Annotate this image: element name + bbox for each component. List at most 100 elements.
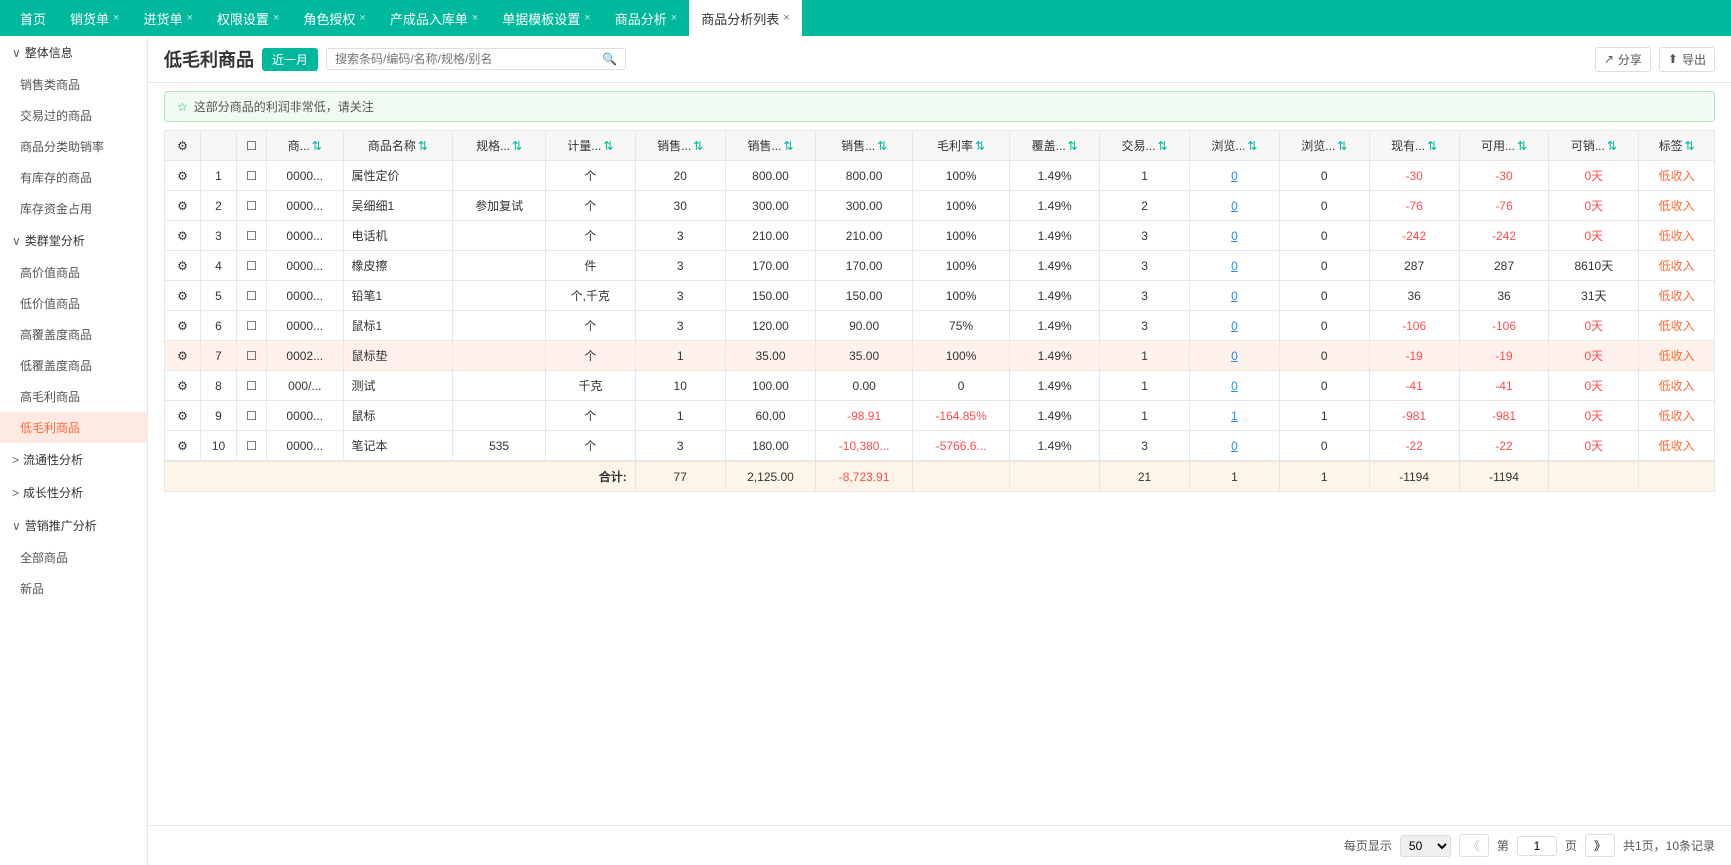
sidebar-item-高覆盖度商品[interactable]: 高覆盖度商品	[0, 319, 147, 350]
sidebar-item-商品分类助销率[interactable]: 商品分类助销率	[0, 131, 147, 162]
header-sales-profit[interactable]: 销售...⇅	[816, 131, 912, 161]
gear-cell[interactable]: ⚙	[165, 191, 201, 221]
sidebar-item-销售类商品[interactable]: 销售类商品	[0, 69, 147, 100]
close-icon[interactable]: ×	[472, 12, 478, 24]
nav-item-进货单[interactable]: 进货单×	[131, 0, 204, 36]
checkbox-cell[interactable]: ☐	[237, 221, 267, 251]
gear-cell[interactable]: ⚙	[165, 311, 201, 341]
gear-cell[interactable]: ⚙	[165, 161, 201, 191]
sales-count-cell: 30	[635, 191, 725, 221]
sidebar-group-成长性分析[interactable]: >成长性分析	[0, 476, 147, 509]
nav-item-产成品入库单[interactable]: 产成品入库单×	[378, 0, 490, 36]
header-coverage[interactable]: 覆盖...⇅	[1010, 131, 1100, 161]
view1-cell[interactable]: 0	[1189, 311, 1279, 341]
close-icon[interactable]: ×	[783, 12, 789, 24]
gear-cell[interactable]: ⚙	[165, 341, 201, 371]
sidebar-group-类群堂分析[interactable]: ∨类群堂分析	[0, 224, 147, 257]
nav-item-角色授权[interactable]: 角色授权×	[291, 0, 377, 36]
header-gross-rate[interactable]: 毛利率⇅	[912, 131, 1009, 161]
nav-item-权限设置[interactable]: 权限设置×	[205, 0, 291, 36]
sidebar-item-低覆盖度商品[interactable]: 低覆盖度商品	[0, 350, 147, 381]
page-input[interactable]	[1517, 836, 1557, 856]
view1-cell[interactable]: 0	[1189, 161, 1279, 191]
coverage-cell: 1.49%	[1010, 311, 1100, 341]
sidebar-item-新品[interactable]: 新品	[0, 573, 147, 604]
sidebar-group-整体信息[interactable]: ∨整体信息	[0, 36, 147, 69]
export-button[interactable]: ⬆ 导出	[1659, 47, 1715, 72]
trade-cell: 1	[1100, 341, 1190, 371]
search-icon[interactable]: 🔍	[602, 52, 617, 66]
sidebar-group-营销推广分析[interactable]: ∨营销推广分析	[0, 509, 147, 542]
checkbox-cell[interactable]: ☐	[237, 341, 267, 371]
gear-cell[interactable]: ⚙	[165, 281, 201, 311]
view1-cell[interactable]: 0	[1189, 281, 1279, 311]
checkbox-cell[interactable]: ☐	[237, 431, 267, 462]
header-unit[interactable]: 计量...⇅	[545, 131, 635, 161]
gear-cell[interactable]: ⚙	[165, 221, 201, 251]
prev-page-button[interactable]: 《	[1459, 834, 1489, 857]
checkbox-cell[interactable]: ☐	[237, 191, 267, 221]
search-input[interactable]	[335, 52, 598, 66]
gear-cell[interactable]: ⚙	[165, 431, 201, 462]
nav-item-商品分析[interactable]: 商品分析×	[603, 0, 689, 36]
view1-cell[interactable]: 0	[1189, 191, 1279, 221]
nav-item-首页[interactable]: 首页	[8, 0, 58, 36]
checkbox-cell[interactable]: ☐	[237, 311, 267, 341]
header-current-stock[interactable]: 现有...⇅	[1369, 131, 1459, 161]
nav-item-销货单[interactable]: 销货单×	[58, 0, 131, 36]
checkbox-cell[interactable]: ☐	[237, 161, 267, 191]
header-available[interactable]: 可用...⇅	[1459, 131, 1549, 161]
gear-cell[interactable]: ⚙	[165, 401, 201, 431]
checkbox-cell[interactable]: ☐	[237, 371, 267, 401]
page-size-select[interactable]: 50 100 200	[1400, 835, 1451, 857]
group-label: 整体信息	[25, 44, 73, 61]
sidebar-item-高毛利商品[interactable]: 高毛利商品	[0, 381, 147, 412]
nav-item-商品分析列表[interactable]: 商品分析列表×	[689, 0, 801, 36]
checkbox-cell[interactable]: ☐	[237, 251, 267, 281]
share-button[interactable]: ↗ 分享	[1595, 47, 1651, 72]
header-saleable[interactable]: 可销...⇅	[1549, 131, 1639, 161]
sidebar-item-低毛利商品[interactable]: 低毛利商品	[0, 412, 147, 443]
view1-cell[interactable]: 0	[1189, 221, 1279, 251]
next-page-button[interactable]: 》	[1585, 834, 1615, 857]
sidebar-group-流通性分析[interactable]: >流通性分析	[0, 443, 147, 476]
header-gear[interactable]: ⚙	[165, 131, 201, 161]
seq-cell: 3	[201, 221, 237, 251]
view1-cell[interactable]: 0	[1189, 251, 1279, 281]
nav-item-单据模板设置[interactable]: 单据模板设置×	[490, 0, 602, 36]
close-icon[interactable]: ×	[359, 12, 365, 24]
header-code[interactable]: 商...⇅	[267, 131, 344, 161]
header-view1[interactable]: 浏览...⇅	[1189, 131, 1279, 161]
sidebar-item-全部商品[interactable]: 全部商品	[0, 542, 147, 573]
sidebar-item-低价值商品[interactable]: 低价值商品	[0, 288, 147, 319]
view1-cell[interactable]: 0	[1189, 431, 1279, 462]
current-stock-cell: 36	[1369, 281, 1459, 311]
sidebar-item-有库存的商品[interactable]: 有库存的商品	[0, 162, 147, 193]
close-icon[interactable]: ×	[273, 12, 279, 24]
close-icon[interactable]: ×	[671, 12, 677, 24]
checkbox-cell[interactable]: ☐	[237, 281, 267, 311]
header-sales-count[interactable]: 销售...⇅	[635, 131, 725, 161]
available-cell: -22	[1459, 431, 1549, 462]
view1-cell[interactable]: 1	[1189, 401, 1279, 431]
sidebar-item-交易过的商品[interactable]: 交易过的商品	[0, 100, 147, 131]
gear-cell[interactable]: ⚙	[165, 251, 201, 281]
close-icon[interactable]: ×	[584, 12, 590, 24]
header-checkbox[interactable]: ☐	[237, 131, 267, 161]
header-spec[interactable]: 规格...⇅	[453, 131, 546, 161]
trade-cell: 1	[1100, 401, 1190, 431]
view1-cell[interactable]: 0	[1189, 341, 1279, 371]
gear-cell[interactable]: ⚙	[165, 371, 201, 401]
period-button[interactable]: 近一月	[262, 48, 318, 71]
header-tag[interactable]: 标签⇅	[1639, 131, 1715, 161]
header-name[interactable]: 商品名称⇅	[343, 131, 453, 161]
close-icon[interactable]: ×	[186, 12, 192, 24]
header-trade[interactable]: 交易...⇅	[1100, 131, 1190, 161]
checkbox-cell[interactable]: ☐	[237, 401, 267, 431]
sidebar-item-库存资金占用[interactable]: 库存资金占用	[0, 193, 147, 224]
header-sales-amount[interactable]: 销售...⇅	[725, 131, 816, 161]
header-view2[interactable]: 浏览...⇅	[1279, 131, 1369, 161]
sidebar-item-高价值商品[interactable]: 高价值商品	[0, 257, 147, 288]
view1-cell[interactable]: 0	[1189, 371, 1279, 401]
close-icon[interactable]: ×	[113, 12, 119, 24]
